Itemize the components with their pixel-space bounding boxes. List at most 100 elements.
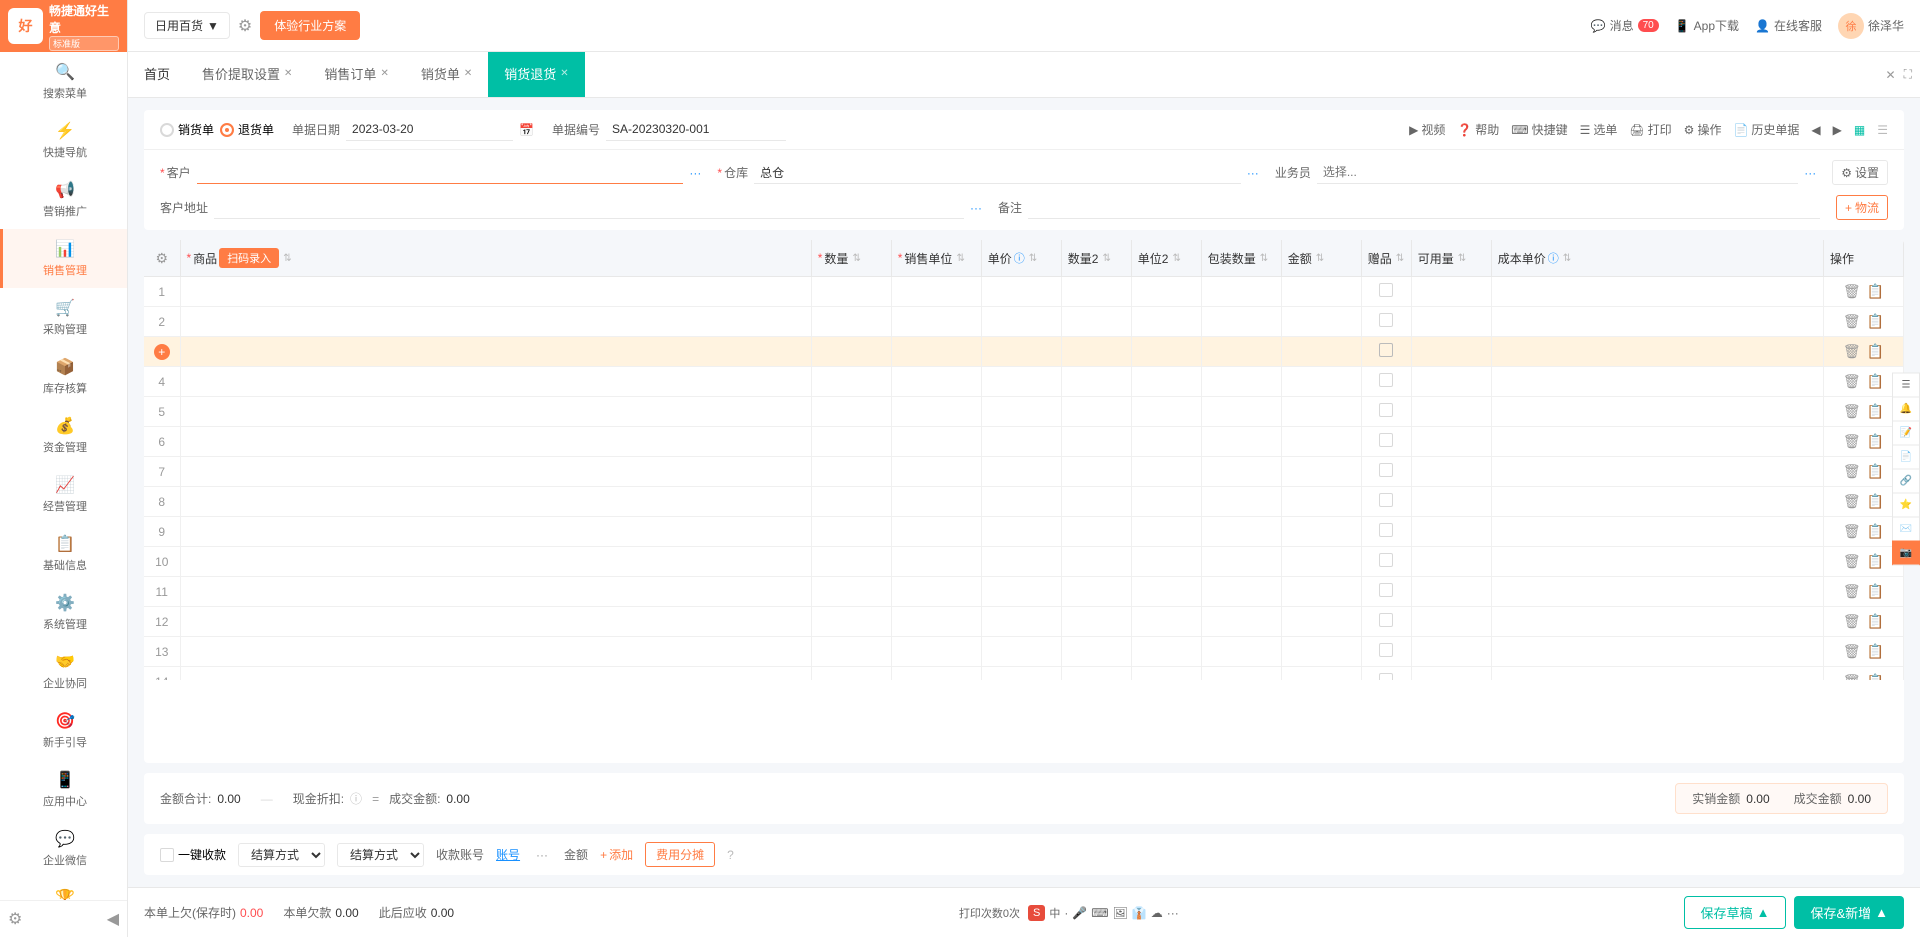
tab-sale-price[interactable]: 售价提取设置 ✕ (186, 52, 308, 97)
sidebar-item-basic[interactable]: 📋 基础信息 (0, 524, 127, 583)
row-1-gift[interactable] (1361, 277, 1411, 307)
fee-split-btn[interactable]: 费用分摊 (645, 842, 715, 867)
sidebar-item-operation[interactable]: 📈 经营管理 (0, 465, 127, 524)
sidebar-item-sales[interactable]: 📊 销售管理 (0, 229, 127, 288)
account-link[interactable]: 账号 (496, 846, 520, 863)
delete-icon-8[interactable]: 🗑 (1843, 493, 1861, 510)
doc-no-input[interactable] (606, 118, 786, 141)
sidebar-item-collab[interactable]: 🤝 企业协同 (0, 642, 127, 701)
delete-icon-5[interactable]: 🗑 (1843, 403, 1861, 420)
experience-btn[interactable]: 体验行业方案 (260, 11, 360, 40)
sidebar-item-finance[interactable]: 💰 资金管理 (0, 406, 127, 465)
float-btn-2[interactable]: 🔔 (1892, 396, 1920, 420)
row-3-unit2[interactable] (1131, 337, 1201, 367)
row-1-qty2[interactable] (1061, 277, 1131, 307)
delete-icon-10[interactable]: 🗑 (1843, 553, 1861, 570)
row-3-product[interactable] (180, 337, 811, 367)
staff-ellipsis[interactable]: ··· (1804, 166, 1816, 180)
tab-sales-return[interactable]: 销货退货 ✕ (488, 52, 584, 97)
sidebar-item-member[interactable]: 🏆 畅会员 (0, 878, 127, 900)
delete-icon-4[interactable]: 🗑 (1843, 373, 1861, 390)
date-input[interactable] (346, 118, 513, 141)
tab-close-sale-price[interactable]: ✕ (284, 68, 292, 79)
tab-sales-order[interactable]: 销售订单 ✕ (308, 52, 404, 97)
row-3-product-input[interactable] (187, 344, 805, 359)
row-3-cost[interactable] (1491, 337, 1823, 367)
operate-btn[interactable]: ⚙ 操作 (1684, 121, 1722, 138)
float-btn-7[interactable]: ✉️ (1892, 516, 1920, 540)
one-click-checkbox[interactable]: 一键收款 (160, 846, 226, 863)
delete-icon-1[interactable]: 🗑 (1843, 283, 1861, 300)
gift-checkbox-9[interactable] (1379, 523, 1393, 537)
list-view-icon[interactable]: ☰ (1877, 123, 1888, 137)
tab-maximize-icon[interactable]: ⛶ (1904, 67, 1912, 82)
shortcut-btn[interactable]: ⌨ 快捷键 (1511, 121, 1567, 138)
nav-prev-icon[interactable]: ◀ (1811, 123, 1820, 137)
radio-sale[interactable]: 销货单 (160, 121, 214, 138)
row-2-gift[interactable] (1361, 307, 1411, 337)
warehouse-input[interactable] (754, 161, 1241, 184)
staff-input[interactable] (1317, 161, 1798, 184)
gift-checkbox-10[interactable] (1379, 553, 1393, 567)
copy-icon-2[interactable]: 📋 (1867, 313, 1884, 330)
table-settings-icon[interactable]: ⚙ (155, 250, 168, 266)
gift-checkbox-1[interactable] (1379, 283, 1393, 297)
delete-icon-13[interactable]: 🗑 (1843, 643, 1861, 660)
customer-ellipsis[interactable]: ··· (689, 166, 701, 180)
delete-icon-7[interactable]: 🗑 (1843, 463, 1861, 480)
settle-method-select[interactable]: 结算方式 (238, 843, 325, 867)
delete-icon-14[interactable]: 🗑 (1843, 673, 1861, 680)
row-3-qty2[interactable] (1061, 337, 1131, 367)
gift-checkbox-2[interactable] (1379, 313, 1393, 327)
one-click-check[interactable] (160, 848, 174, 862)
gift-checkbox-11[interactable] (1379, 583, 1393, 597)
float-btn-8[interactable]: 📷 (1892, 540, 1920, 565)
nav-next-icon[interactable]: ▶ (1833, 123, 1842, 137)
row-1-qty[interactable] (811, 277, 891, 307)
row-2-price[interactable] (981, 307, 1061, 337)
row-1-amount[interactable] (1281, 277, 1361, 307)
copy-icon-6[interactable]: 📋 (1867, 433, 1884, 450)
sidebar-item-purchase[interactable]: 🛒 采购管理 (0, 288, 127, 347)
topbar-settings-icon[interactable]: ⚙ (238, 16, 252, 36)
sidebar-settings-btn[interactable]: ⚙ (8, 909, 22, 929)
discount-help-icon[interactable]: ⓘ (350, 790, 362, 807)
gift-checkbox-5[interactable] (1379, 403, 1393, 417)
print-btn[interactable]: 🖨 打印 (1629, 121, 1671, 138)
row-2-available[interactable] (1411, 307, 1491, 337)
add-payment-btn[interactable]: + 添加 (600, 846, 633, 863)
sidebar-collapse-btn[interactable]: ◀ (107, 909, 119, 929)
row-1-product[interactable] (180, 277, 811, 307)
address-input[interactable] (214, 196, 964, 219)
copy-icon-3[interactable]: 📋 (1867, 343, 1884, 360)
scan-btn[interactable]: 扫码录入 (219, 248, 279, 268)
row-2-qty[interactable] (811, 307, 891, 337)
row-2-unit[interactable] (891, 307, 981, 337)
app-download-btn[interactable]: 📱 App下载 (1675, 17, 1739, 34)
sidebar-item-wechat[interactable]: 💬 企业微信 (0, 819, 127, 878)
row-1-unit2[interactable] (1131, 277, 1201, 307)
float-btn-3[interactable]: 📝 (1892, 420, 1920, 444)
row-3-qty[interactable] (811, 337, 891, 367)
tab-close-sales-delivery[interactable]: ✕ (464, 68, 472, 79)
gift-checkbox-7[interactable] (1379, 463, 1393, 477)
tab-home[interactable]: 首页 (128, 52, 186, 97)
gift-checkbox-13[interactable] (1379, 643, 1393, 657)
copy-icon-5[interactable]: 📋 (1867, 403, 1884, 420)
radio-return[interactable]: 退货单 (220, 121, 274, 138)
row-3-amount[interactable] (1281, 337, 1361, 367)
gift-checkbox-3[interactable] (1379, 343, 1393, 357)
tab-window-close-icon[interactable]: ✕ (1886, 68, 1896, 82)
row-2-qty2[interactable] (1061, 307, 1131, 337)
add-row-icon[interactable]: + (154, 344, 170, 360)
gift-checkbox-4[interactable] (1379, 373, 1393, 387)
float-btn-4[interactable]: 📄 (1892, 444, 1920, 468)
copy-icon-8[interactable]: 📋 (1867, 493, 1884, 510)
calendar-icon[interactable]: 📅 (519, 123, 534, 137)
copy-icon-14[interactable]: 📋 (1867, 673, 1884, 680)
tab-sales-delivery[interactable]: 销货单 ✕ (405, 52, 488, 97)
row-1-cost[interactable] (1491, 277, 1823, 307)
row-2-product[interactable] (180, 307, 811, 337)
row-1-pack[interactable] (1201, 277, 1281, 307)
delete-icon-6[interactable]: 🗑 (1843, 433, 1861, 450)
